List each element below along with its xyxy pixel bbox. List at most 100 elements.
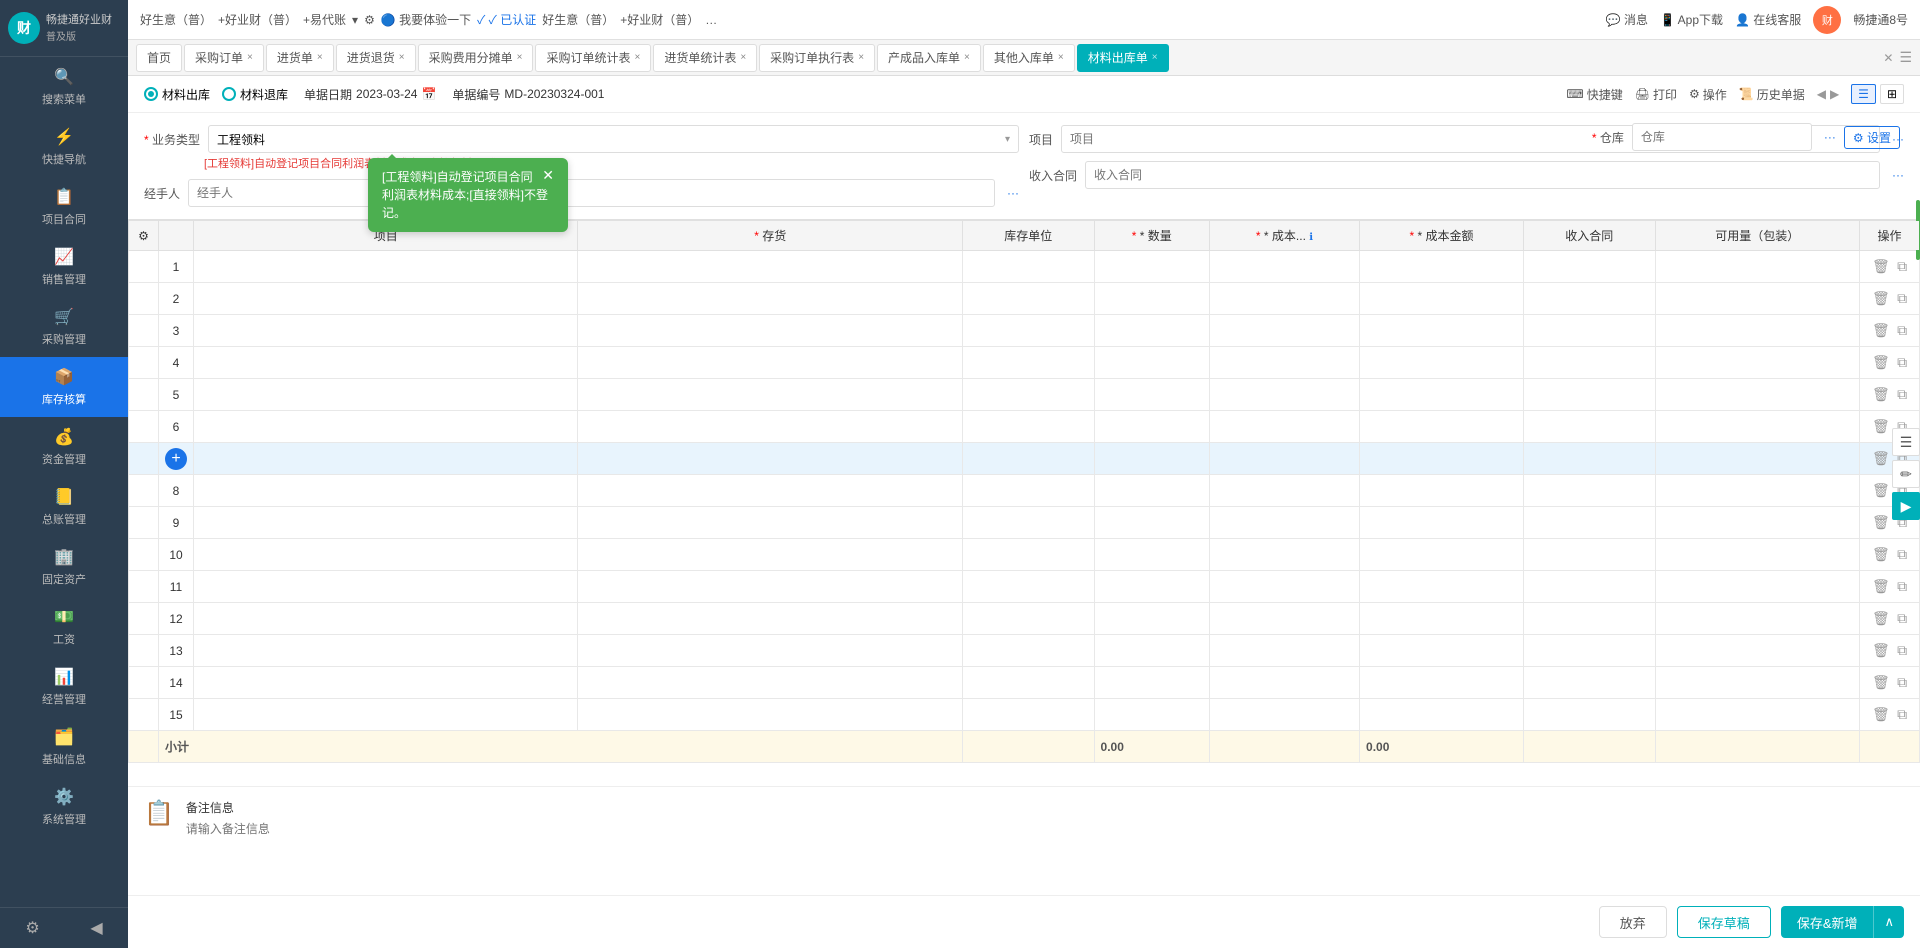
- row-cost-2[interactable]: [1209, 283, 1359, 315]
- app-download-btn[interactable]: 📱 App下载: [1660, 11, 1723, 28]
- row-cost-amount-5[interactable]: [1360, 379, 1524, 411]
- row-unit-12[interactable]: [962, 603, 1094, 635]
- calendar-icon[interactable]: 📅: [421, 87, 436, 101]
- settings-icon[interactable]: ⚙: [364, 13, 375, 27]
- row-available-13[interactable]: [1655, 635, 1859, 667]
- tab-6[interactable]: 进货单统计表 ×: [653, 44, 757, 72]
- row-income-contract-1[interactable]: [1524, 251, 1656, 283]
- delete-row-8-btn[interactable]: 🗑: [1872, 482, 1890, 498]
- row-inventory-9[interactable]: [578, 507, 962, 539]
- row-qty-9[interactable]: [1094, 507, 1209, 539]
- row-qty-13[interactable]: [1094, 635, 1209, 667]
- row-inventory-15[interactable]: [578, 699, 962, 731]
- row-income-contract-13[interactable]: [1524, 635, 1656, 667]
- row-income-contract-2[interactable]: [1524, 283, 1656, 315]
- row-income-contract-15[interactable]: [1524, 699, 1656, 731]
- tab-2[interactable]: 进货单 ×: [266, 44, 334, 72]
- handler-input[interactable]: [188, 179, 995, 207]
- row-cost-amount-4[interactable]: [1360, 347, 1524, 379]
- row-available-10[interactable]: [1655, 539, 1859, 571]
- row-project-8[interactable]: [194, 475, 578, 507]
- sidebar-item-search[interactable]: 🔍搜索菜单: [0, 57, 128, 117]
- row-income-contract-11[interactable]: [1524, 571, 1656, 603]
- tab-7[interactable]: 采购订单执行表 ×: [759, 44, 875, 72]
- history-btn[interactable]: 📜 历史单据: [1739, 86, 1805, 103]
- row-cost-amount-2[interactable]: [1360, 283, 1524, 315]
- business-type-select[interactable]: 工程领料 ▾: [208, 125, 1019, 153]
- tab-close-7[interactable]: ×: [858, 52, 864, 63]
- radio-material-return[interactable]: 材料退库: [222, 86, 288, 103]
- row-cost-12[interactable]: [1209, 603, 1359, 635]
- collapse-icon[interactable]: ◀: [90, 918, 102, 938]
- income-contract-input[interactable]: [1085, 161, 1880, 189]
- next-arrow[interactable]: ▶: [1830, 87, 1839, 101]
- row-cost-amount-11[interactable]: [1360, 571, 1524, 603]
- row-project-6[interactable]: [194, 411, 578, 443]
- row-unit-9[interactable]: [962, 507, 1094, 539]
- sidebar-item-purchase[interactable]: 🛒采购管理: [0, 297, 128, 357]
- tab-close-8[interactable]: ×: [964, 52, 970, 63]
- row-income-contract-7[interactable]: [1524, 443, 1656, 475]
- tab-close-9[interactable]: ×: [1058, 52, 1064, 63]
- row-unit-2[interactable]: [962, 283, 1094, 315]
- row-project-3[interactable]: [194, 315, 578, 347]
- row-inventory-6[interactable]: [578, 411, 962, 443]
- online-service-btn[interactable]: 👤 在线客服: [1735, 11, 1801, 28]
- delete-row-4-btn[interactable]: 🗑: [1872, 354, 1890, 370]
- row-inventory-10[interactable]: [578, 539, 962, 571]
- remarks-input[interactable]: [186, 820, 346, 880]
- row-available-1[interactable]: [1655, 251, 1859, 283]
- copy-row-12-btn[interactable]: ⧉: [1897, 610, 1907, 626]
- row-cost-amount-6[interactable]: [1360, 411, 1524, 443]
- delete-row-2-btn[interactable]: 🗑: [1872, 290, 1890, 306]
- sidebar-item-basic[interactable]: 🗂️基础信息: [0, 717, 128, 777]
- copy-row-15-btn[interactable]: ⧉: [1897, 706, 1907, 722]
- tab-close-5[interactable]: ×: [634, 52, 640, 63]
- row-available-5[interactable]: [1655, 379, 1859, 411]
- row-unit-7[interactable]: [962, 443, 1094, 475]
- delete-row-10-btn[interactable]: 🗑: [1872, 546, 1890, 562]
- income-contract-dots[interactable]: ···: [1892, 168, 1904, 182]
- row-available-7[interactable]: [1655, 443, 1859, 475]
- row-available-14[interactable]: [1655, 667, 1859, 699]
- copy-row-3-btn[interactable]: ⧉: [1897, 322, 1907, 338]
- row-inventory-2[interactable]: [578, 283, 962, 315]
- row-available-11[interactable]: [1655, 571, 1859, 603]
- delete-row-11-btn[interactable]: 🗑: [1872, 578, 1890, 594]
- row-available-3[interactable]: [1655, 315, 1859, 347]
- row-income-contract-9[interactable]: [1524, 507, 1656, 539]
- tab-4[interactable]: 采购费用分摊单 ×: [418, 44, 534, 72]
- copy-row-13-btn[interactable]: ⧉: [1897, 642, 1907, 658]
- row-qty-12[interactable]: [1094, 603, 1209, 635]
- row-inventory-1[interactable]: [578, 251, 962, 283]
- row-unit-3[interactable]: [962, 315, 1094, 347]
- sidebar-item-inventory[interactable]: 📦库存核算: [0, 357, 128, 417]
- row-unit-11[interactable]: [962, 571, 1094, 603]
- nav-good-finance2[interactable]: +好业财（普）: [620, 11, 699, 28]
- row-cost-3[interactable]: [1209, 315, 1359, 347]
- row-cost-amount-14[interactable]: [1360, 667, 1524, 699]
- row-project-11[interactable]: [194, 571, 578, 603]
- message-btn[interactable]: 💬 消息: [1606, 11, 1648, 28]
- sidebar-item-sales[interactable]: 📈销售管理: [0, 237, 128, 297]
- tab-8[interactable]: 产成品入库单 ×: [877, 44, 981, 72]
- row-cost-10[interactable]: [1209, 539, 1359, 571]
- nav-good-biz[interactable]: 好生意（普）: [140, 11, 212, 28]
- row-qty-15[interactable]: [1094, 699, 1209, 731]
- warehouse-dots[interactable]: ···: [1824, 130, 1836, 144]
- row-cost-amount-1[interactable]: [1360, 251, 1524, 283]
- row-available-15[interactable]: [1655, 699, 1859, 731]
- row-cost-amount-3[interactable]: [1360, 315, 1524, 347]
- row-project-13[interactable]: [194, 635, 578, 667]
- row-qty-10[interactable]: [1094, 539, 1209, 571]
- sidebar-item-system[interactable]: ⚙️系统管理: [0, 777, 128, 837]
- delete-row-6-btn[interactable]: 🗑: [1872, 418, 1890, 434]
- row-inventory-3[interactable]: [578, 315, 962, 347]
- save-draft-button[interactable]: 保存草稿: [1677, 906, 1771, 938]
- row-qty-8[interactable]: [1094, 475, 1209, 507]
- row-cost-amount-13[interactable]: [1360, 635, 1524, 667]
- table-gear-icon[interactable]: ⚙: [138, 229, 149, 243]
- tab-9[interactable]: 其他入库单 ×: [983, 44, 1075, 72]
- row-cost-11[interactable]: [1209, 571, 1359, 603]
- row-inventory-4[interactable]: [578, 347, 962, 379]
